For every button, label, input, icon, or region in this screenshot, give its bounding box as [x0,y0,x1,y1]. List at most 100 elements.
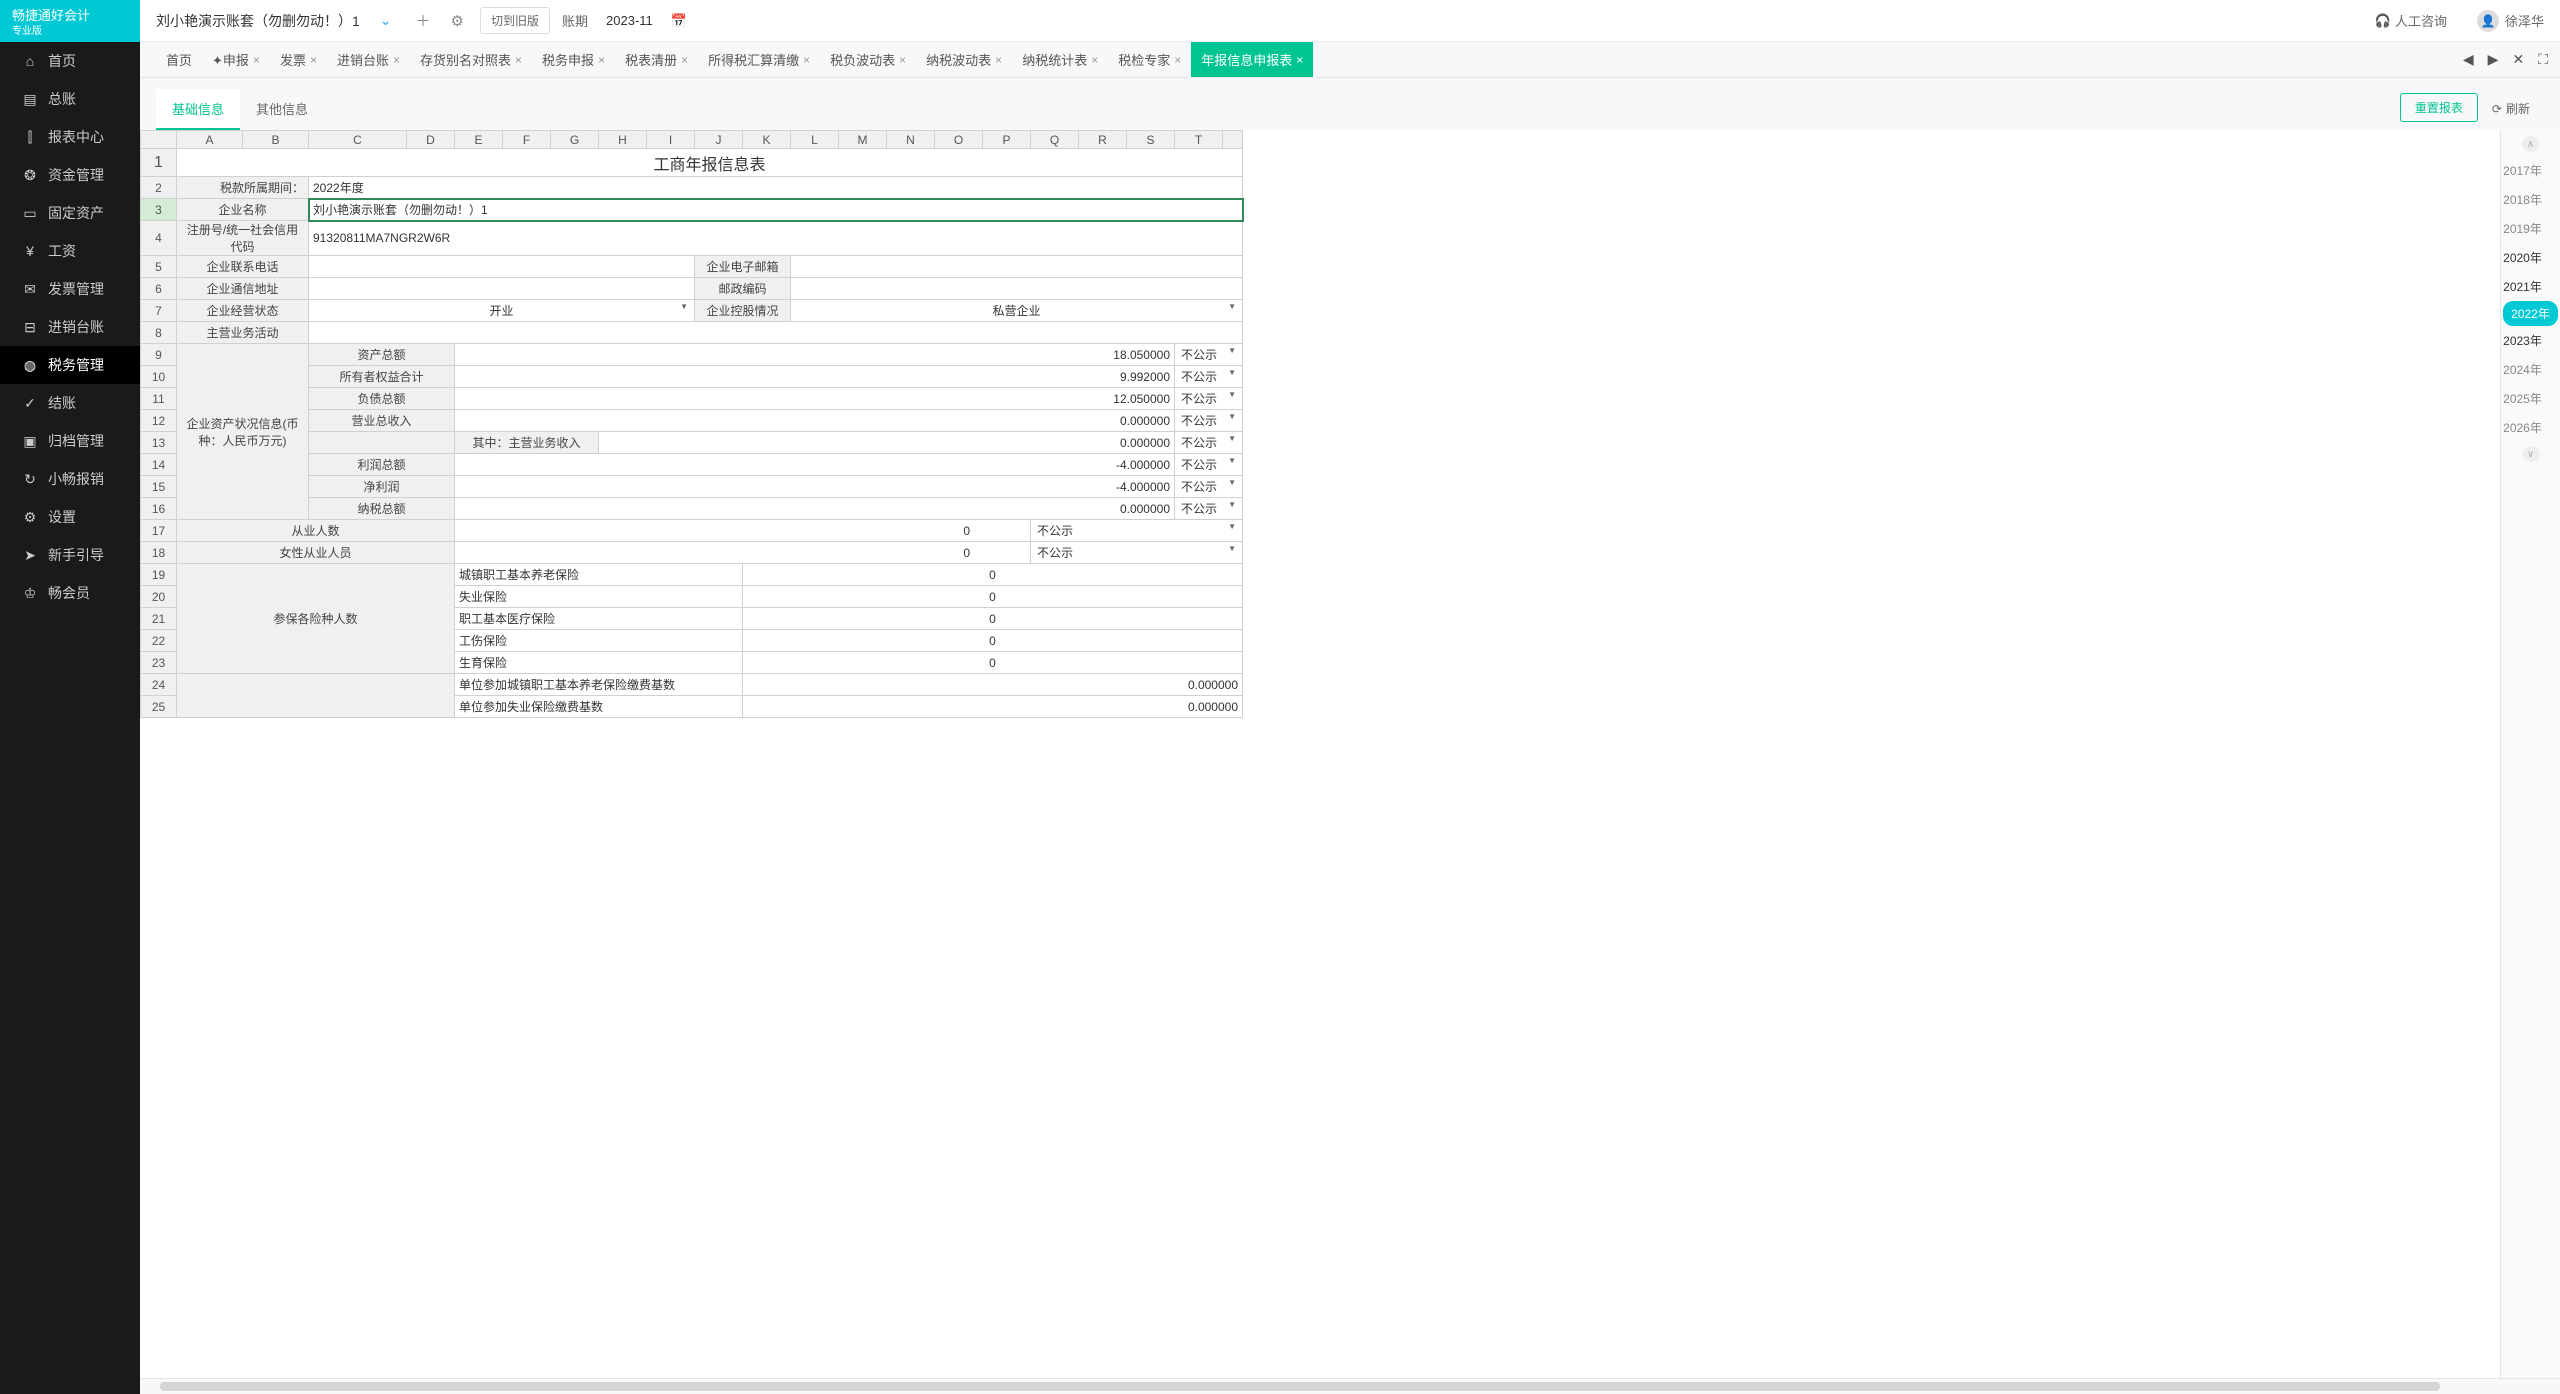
tab[interactable]: 所得税汇算清缴× [698,42,820,77]
holding-dropdown[interactable]: 私营企业 [791,300,1243,322]
tab-fullscreen-icon[interactable]: ⛶ [2532,47,2554,72]
sidebar-item[interactable]: ✓结账 [0,384,140,422]
subtab-basic[interactable]: 基础信息 [156,89,240,130]
reg-cell[interactable]: 91320811MA7NGR2W6R [309,221,1243,256]
row-header[interactable]: 23 [141,652,177,674]
year-item[interactable]: 2021年 [2503,272,2558,301]
row-header[interactable]: 25 [141,696,177,718]
row-header[interactable]: 7 [141,300,177,322]
row-header[interactable]: 18 [141,542,177,564]
reset-report-button[interactable]: 重置报表 [2400,93,2478,122]
add-icon[interactable]: ＋ [412,10,435,31]
row-header[interactable]: 16 [141,498,177,520]
col-header[interactable]: K [743,131,791,149]
sheet-scroll[interactable]: ABCDEFGHIJKLMNOPQRST1工商年报信息表2税款所属期间：2022… [140,130,2500,1378]
close-icon[interactable]: × [598,53,605,67]
row-header[interactable]: 12 [141,410,177,432]
sidebar-item[interactable]: ✉发票管理 [0,270,140,308]
tab[interactable]: 存货别名对照表× [410,42,532,77]
row-header[interactable]: 11 [141,388,177,410]
row-header[interactable]: 2 [141,177,177,199]
sidebar-item[interactable]: ⌂首页 [0,42,140,80]
close-icon[interactable]: × [515,53,522,67]
row-header[interactable]: 9 [141,344,177,366]
col-header[interactable]: G [551,131,599,149]
subtab-other[interactable]: 其他信息 [240,89,324,130]
col-header[interactable]: B [243,131,309,149]
year-item[interactable]: 2018年 [2503,185,2558,214]
col-header[interactable]: L [791,131,839,149]
row-header[interactable]: 3 [141,199,177,221]
row-header[interactable]: 4 [141,221,177,256]
year-item[interactable]: 2017年 [2503,156,2558,185]
row-header[interactable]: 10 [141,366,177,388]
col-header[interactable]: T [1175,131,1223,149]
year-item[interactable]: 2025年 [2503,384,2558,413]
col-header[interactable] [141,131,177,149]
col-header[interactable]: Q [1031,131,1079,149]
switch-old-button[interactable]: 切到旧版 [480,7,550,34]
col-header[interactable]: I [647,131,695,149]
row-header[interactable]: 24 [141,674,177,696]
col-header[interactable]: R [1079,131,1127,149]
tab-next-icon[interactable]: ▶ [2482,47,2505,72]
year-up-icon[interactable]: ∧ [2522,136,2540,152]
col-header[interactable]: N [887,131,935,149]
tab[interactable]: 首页 [156,42,202,77]
sidebar-item[interactable]: ▣归档管理 [0,422,140,460]
sidebar-item[interactable]: ▤总账 [0,80,140,118]
tab[interactable]: ✦申报× [202,42,270,77]
col-header[interactable]: J [695,131,743,149]
pub-dropdown[interactable]: 不公示 [1175,432,1243,454]
company-cell[interactable]: 刘小艳演示账套（勿删勿动！）1 [309,199,1243,221]
sidebar-item[interactable]: ➤新手引导 [0,536,140,574]
row-header[interactable]: 15 [141,476,177,498]
tab[interactable]: 税表清册× [615,42,698,77]
col-header[interactable]: M [839,131,887,149]
col-header[interactable]: H [599,131,647,149]
pub-dropdown[interactable]: 不公示 [1175,454,1243,476]
tab[interactable]: 税务申报× [532,42,615,77]
close-icon[interactable]: × [995,53,1002,67]
sidebar-item[interactable]: ⫿报表中心 [0,118,140,156]
sidebar-item[interactable]: ¥工资 [0,232,140,270]
spreadsheet[interactable]: ABCDEFGHIJKLMNOPQRST1工商年报信息表2税款所属期间：2022… [140,130,1243,718]
close-icon[interactable]: × [310,53,317,67]
close-icon[interactable]: × [393,53,400,67]
pub-dropdown[interactable]: 不公示 [1175,410,1243,432]
col-header[interactable]: O [935,131,983,149]
account-name[interactable]: 刘小艳演示账套（勿删勿动！）1 [156,11,360,31]
tab-prev-icon[interactable]: ◀ [2457,47,2480,72]
tab[interactable]: 纳税波动表× [916,42,1012,77]
year-down-icon[interactable]: ∨ [2522,446,2540,462]
close-icon[interactable]: × [803,53,810,67]
pub-dropdown[interactable]: 不公示 [1031,542,1243,564]
tab[interactable]: 年报信息申报表× [1191,42,1313,77]
col-header[interactable]: E [455,131,503,149]
pub-dropdown[interactable]: 不公示 [1175,366,1243,388]
row-header[interactable]: 14 [141,454,177,476]
close-icon[interactable]: × [253,53,260,67]
tab-close-icon[interactable]: ✕ [2506,47,2530,72]
chevron-down-icon[interactable]: ⌄ [372,12,400,29]
pub-dropdown[interactable]: 不公示 [1175,344,1243,366]
year-item[interactable]: 2024年 [2503,355,2558,384]
pub-dropdown[interactable]: 不公示 [1175,498,1243,520]
sidebar-item[interactable]: ❂资金管理 [0,156,140,194]
row-header[interactable]: 20 [141,586,177,608]
row-header[interactable]: 22 [141,630,177,652]
pub-dropdown[interactable]: 不公示 [1175,388,1243,410]
period-cell[interactable]: 2022年度 [309,177,1243,199]
col-header[interactable]: D [407,131,455,149]
col-header[interactable]: C [309,131,407,149]
col-header[interactable]: F [503,131,551,149]
user-menu[interactable]: 👤 徐泽华 [2477,10,2544,32]
tab[interactable]: 进销台账× [327,42,410,77]
pub-dropdown[interactable]: 不公示 [1175,476,1243,498]
col-header[interactable]: S [1127,131,1175,149]
close-icon[interactable]: × [899,53,906,67]
year-item[interactable]: 2023年 [2503,326,2558,355]
sidebar-item[interactable]: ⚙设置 [0,498,140,536]
sidebar-item[interactable]: ↻小畅报销 [0,460,140,498]
close-icon[interactable]: × [1296,53,1303,67]
